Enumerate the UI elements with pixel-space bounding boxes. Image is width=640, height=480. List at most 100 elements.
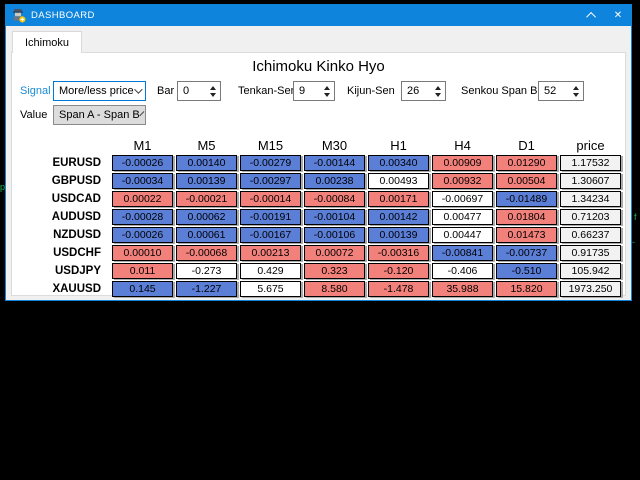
- signal-label: Signal: [20, 85, 51, 97]
- table-cell: 5.675: [240, 281, 301, 297]
- table-cell: -0.00841: [432, 245, 493, 261]
- collapse-button[interactable]: [579, 5, 605, 26]
- table-cell: 0.91735: [560, 245, 621, 261]
- table-cell: 15.820: [496, 281, 557, 297]
- chevron-up-icon: [586, 12, 596, 22]
- close-button[interactable]: ✕: [605, 5, 631, 26]
- table-cell: -1.227: [176, 281, 237, 297]
- table-cell: 0.00022: [112, 191, 173, 207]
- spin-buttons[interactable]: [319, 82, 334, 100]
- table-cell: 0.00142: [368, 209, 429, 225]
- table-cell: -1.478: [368, 281, 429, 297]
- tab-label: Ichimoku: [25, 37, 69, 49]
- bar-spinner[interactable]: 0: [177, 81, 221, 101]
- table-cell: -0.273: [176, 263, 237, 279]
- background-artifact: f: [634, 213, 637, 222]
- table-cell: -0.00144: [304, 155, 365, 171]
- table-cell: 0.66237: [560, 227, 621, 243]
- spin-up-icon: [435, 86, 441, 90]
- table-cell: 1.17532: [560, 155, 621, 171]
- table-cell: -0.00191: [240, 209, 301, 225]
- table-cell: 0.00477: [432, 209, 493, 225]
- kijun-label: Kijun-Sen: [347, 85, 395, 97]
- table-cell: -0.00697: [432, 191, 493, 207]
- table-cell: -0.00014: [240, 191, 301, 207]
- senkou-label: Senkou Span B: [461, 85, 537, 97]
- table-corner: [15, 137, 109, 153]
- tab-page: Ichimoku Kinko Hyo Signal More/less pric…: [11, 52, 626, 296]
- value-label: Value: [20, 109, 47, 121]
- table-cell: 0.323: [304, 263, 365, 279]
- kijun-spinner[interactable]: 26: [401, 81, 446, 101]
- table-cell: 0.00072: [304, 245, 365, 261]
- table-cell: 0.00447: [432, 227, 493, 243]
- table-cell: 1.30607: [560, 173, 621, 189]
- row-label-NZDUSD: NZDUSD: [15, 227, 109, 243]
- table-cell: 0.00340: [368, 155, 429, 171]
- table-cell: 8.580: [304, 281, 365, 297]
- table-cell: 0.00909: [432, 155, 493, 171]
- table-cell: -0.00104: [304, 209, 365, 225]
- signal-value: More/less price: [59, 85, 134, 97]
- chevron-down-icon: [134, 85, 142, 93]
- table-cell: -0.00028: [112, 209, 173, 225]
- senkou-spinner[interactable]: 52: [538, 81, 584, 101]
- spin-up-icon: [573, 86, 579, 90]
- column-header-price: price: [560, 137, 621, 153]
- row-label-USDJPY: USDJPY: [15, 263, 109, 279]
- table-cell: 0.71203: [560, 209, 621, 225]
- table-cell: 0.00140: [176, 155, 237, 171]
- table-cell: 0.01473: [496, 227, 557, 243]
- table-cell: -0.00737: [496, 245, 557, 261]
- table-cell: -0.00316: [368, 245, 429, 261]
- table-cell: 0.01804: [496, 209, 557, 225]
- tenkan-spinner[interactable]: 9: [293, 81, 335, 101]
- signal-combobox[interactable]: More/less price: [53, 81, 146, 101]
- table-cell: -0.00034: [112, 173, 173, 189]
- spin-buttons[interactable]: [568, 82, 583, 100]
- row-label-USDCHF: USDCHF: [15, 245, 109, 261]
- table-cell: 0.01290: [496, 155, 557, 171]
- column-header-M30: M30: [304, 137, 365, 153]
- ichimoku-table: M1M5M15M30H1H4D1priceEURUSD-0.000260.001…: [15, 137, 621, 297]
- spin-down-icon: [573, 93, 579, 97]
- tenkan-label: Tenkan-Sen: [238, 85, 297, 97]
- table-cell: -0.00021: [176, 191, 237, 207]
- column-header-H4: H4: [432, 137, 493, 153]
- table-cell: -0.00167: [240, 227, 301, 243]
- page-title: Ichimoku Kinko Hyo: [12, 58, 625, 75]
- spin-down-icon: [435, 93, 441, 97]
- spin-buttons[interactable]: [205, 82, 220, 100]
- window-title: DASHBOARD: [31, 10, 95, 21]
- dashboard-window: DASHBOARD ✕ Ichimoku Ichimoku Kinko Hyo …: [5, 4, 632, 301]
- column-header-M1: M1: [112, 137, 173, 153]
- column-header-M5: M5: [176, 137, 237, 153]
- bar-label: Bar: [157, 85, 174, 97]
- table-cell: 0.00062: [176, 209, 237, 225]
- table-cell: -0.00084: [304, 191, 365, 207]
- table-cell: 0.00171: [368, 191, 429, 207]
- table-cell: 0.00139: [368, 227, 429, 243]
- tab-strip: Ichimoku: [12, 31, 82, 53]
- tab-ichimoku[interactable]: Ichimoku: [12, 31, 82, 53]
- close-icon: ✕: [614, 10, 622, 21]
- table-cell: -0.00297: [240, 173, 301, 189]
- spin-up-icon: [210, 86, 216, 90]
- table-cell: 0.429: [240, 263, 301, 279]
- table-cell: 0.00493: [368, 173, 429, 189]
- chevron-down-icon: [139, 111, 144, 116]
- table-cell: 0.00238: [304, 173, 365, 189]
- bar-value: 0: [178, 82, 205, 100]
- spin-down-icon: [324, 93, 330, 97]
- table-cell: 1973.250: [560, 281, 621, 297]
- value-combobox[interactable]: Span A - Span B: [53, 105, 146, 125]
- kijun-value: 26: [402, 82, 430, 100]
- column-header-D1: D1: [496, 137, 557, 153]
- window-titlebar[interactable]: DASHBOARD ✕: [6, 5, 631, 26]
- row-label-GBPUSD: GBPUSD: [15, 173, 109, 189]
- table-cell: -0.00279: [240, 155, 301, 171]
- spin-buttons[interactable]: [430, 82, 445, 100]
- table-cell: 0.00061: [176, 227, 237, 243]
- table-cell: 0.00213: [240, 245, 301, 261]
- table-cell: 0.00010: [112, 245, 173, 261]
